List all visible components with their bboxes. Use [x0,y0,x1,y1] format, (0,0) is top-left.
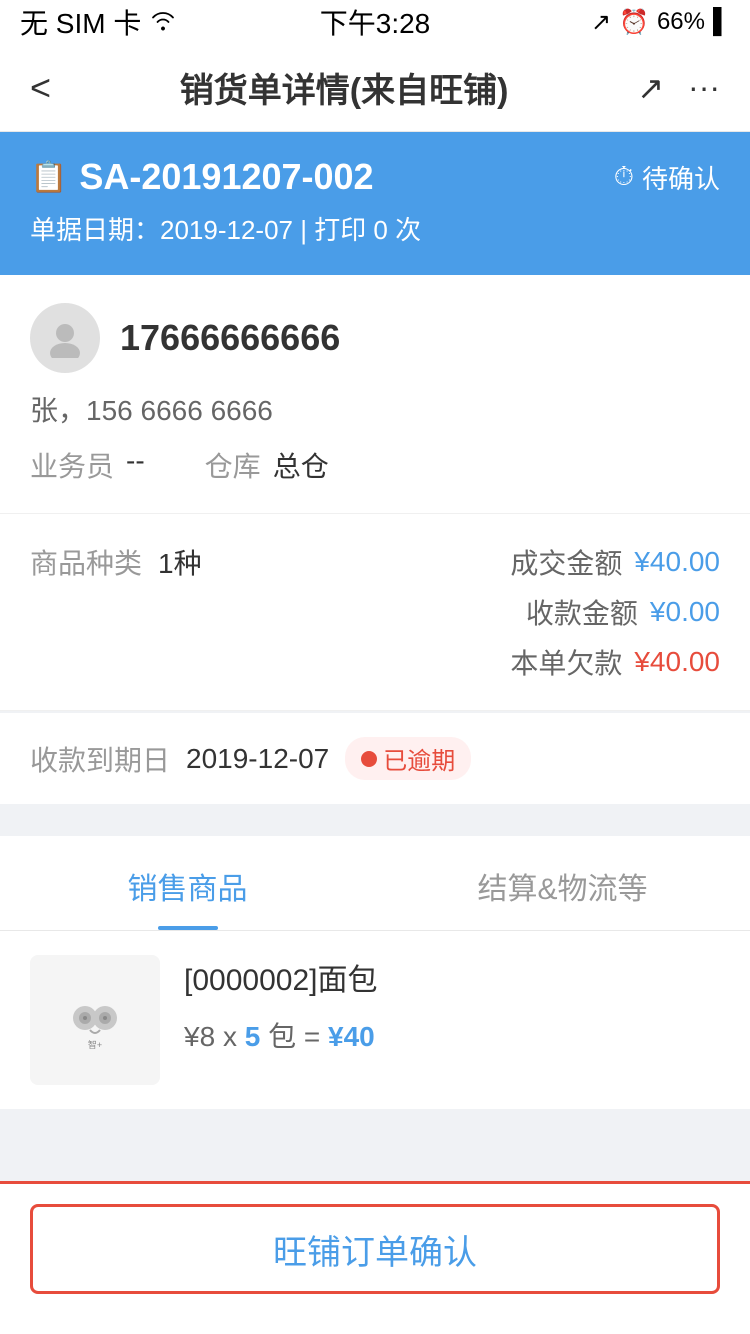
received-row: 收款金额 ¥0.00 [526,592,720,632]
status-time: 下午3:28 [320,2,431,42]
clock-icon: ⏱ [614,161,634,193]
battery-icon: ▌ [713,8,730,36]
due-label: 收款到期日 [30,739,170,779]
overdue-badge: 已逾期 [345,737,471,780]
salesperson-label: 业务员 [30,445,114,485]
order-header-card: 📋 SA-20191207-002 ⏱ 待确认 单据日期：2019-12-07 … [0,132,750,275]
tabs-section: 销售商品 结算&物流等 智+ [000 [0,836,750,1109]
customer-phone: 17666666666 [120,317,340,359]
product-types-value: 1种 [158,542,202,582]
confirm-btn-wrap: 旺铺订单确认 [0,1181,750,1334]
quantity: 5 [245,1021,261,1052]
location-icon: ↗ [591,8,611,37]
battery-text: 66% [657,8,705,36]
salesperson-field: 业务员 -- [30,445,145,485]
owing-value: ¥40.00 [634,646,720,678]
overdue-text: 已逾期 [383,741,455,776]
tabs-row: 销售商品 结算&物流等 [0,836,750,931]
received-value: ¥0.00 [650,596,720,628]
customer-section: 17666666666 张，156 6666 6666 业务员 -- 仓库 总仓 [0,275,750,513]
confirm-order-button[interactable]: 旺铺订单确认 [30,1204,720,1294]
total-price: ¥40 [328,1021,375,1052]
customer-name: 张，156 6666 6666 [30,389,720,429]
back-button[interactable]: < [30,67,51,109]
overdue-dot-icon [361,751,377,767]
tab-settlement[interactable]: 结算&物流等 [375,836,750,930]
alarm-icon: ⏰ [619,8,649,37]
status-right: ↗ ⏰ 66% ▌ [591,8,730,37]
amount-value: ¥40.00 [634,546,720,578]
product-types: 商品种类 1种 [30,542,202,582]
product-types-label: 商品种类 [30,542,142,582]
amount-label: 成交金额 [510,542,622,582]
more-button[interactable]: ··· [688,69,720,106]
warehouse-value: 总仓 [273,445,329,485]
status-bar: 无 SIM 卡 下午3:28 ↗ ⏰ 66% ▌ [0,0,750,44]
avatar [30,303,100,373]
order-status: ⏱ 待确认 [614,159,720,196]
product-thumbnail: 智+ [30,955,160,1085]
customer-meta: 业务员 -- 仓库 总仓 [30,445,720,485]
order-id: 📋 SA-20191207-002 [30,156,374,198]
product-name: [0000002]面包 [184,955,720,999]
owing-row: 本单欠款 ¥40.00 [510,642,720,682]
order-icon: 📋 [30,160,67,195]
equals-sign: = [304,1021,328,1052]
page-title: 销货单详情(来自旺铺) [180,63,509,112]
wifi-icon [149,6,177,38]
amount-row: 成交金额 ¥40.00 [510,542,720,582]
status-left: 无 SIM 卡 [20,2,177,42]
due-date-value: 2019-12-07 [186,743,329,775]
section-divider-2 [0,710,750,711]
order-date: 单据日期：2019-12-07 | 打印 0 次 [30,210,720,247]
product-section: 智+ [0000002]面包 ¥8 x 5 包 = ¥40 [0,931,750,1109]
multiply-sign: x [223,1021,245,1052]
warehouse-label: 仓库 [205,445,261,485]
share-button[interactable]: ↗ [637,69,664,107]
salesperson-value: -- [126,445,145,485]
nav-bar: < 销货单详情(来自旺铺) ↗ ··· [0,44,750,132]
carrier-text: 无 SIM 卡 [20,2,141,42]
summary-section: 商品种类 1种 成交金额 ¥40.00 收款金额 ¥0.00 本单欠款 ¥40.… [0,514,750,710]
product-info: [0000002]面包 ¥8 x 5 包 = ¥40 [184,955,720,1055]
received-label: 收款金额 [526,592,638,632]
unit-price: ¥8 [184,1021,215,1052]
svg-text:智+: 智+ [88,1039,102,1050]
product-item: 智+ [0000002]面包 ¥8 x 5 包 = ¥40 [30,955,720,1085]
owing-label: 本单欠款 [510,642,622,682]
warehouse-field: 仓库 总仓 [205,445,329,485]
due-date-section: 收款到期日 2019-12-07 已逾期 [0,713,750,804]
amounts: 成交金额 ¥40.00 收款金额 ¥0.00 本单欠款 ¥40.00 [510,542,720,682]
product-price: ¥8 x 5 包 = ¥40 [184,1015,720,1055]
unit: 包 [268,1021,296,1052]
tab-products[interactable]: 销售商品 [0,836,375,930]
nav-actions: ↗ ··· [637,69,720,107]
thick-divider [0,804,750,820]
